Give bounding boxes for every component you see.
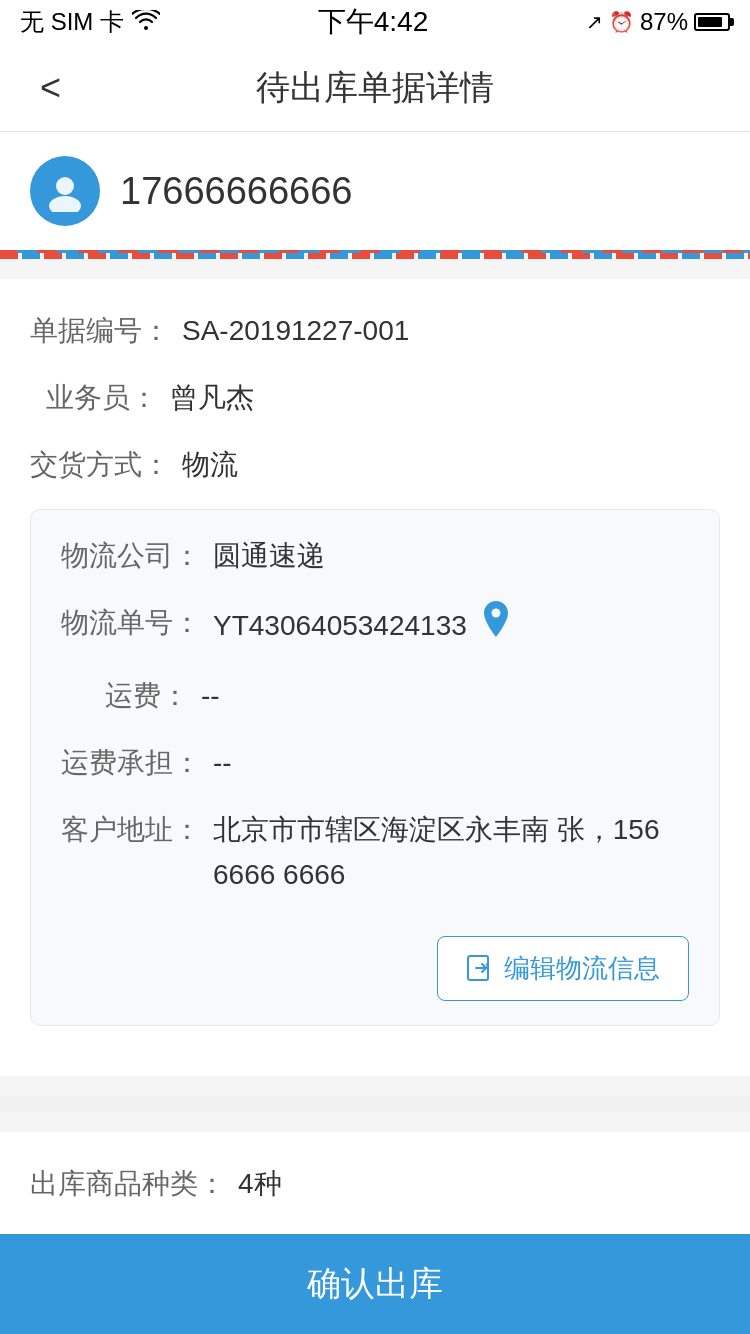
delivery-method-row: 交货方式： 物流 xyxy=(30,443,720,488)
time-display: 下午4:42 xyxy=(318,3,429,41)
logistics-company-label: 物流公司： xyxy=(61,534,213,579)
alarm-icon: ⏰ xyxy=(609,10,634,34)
dashed-divider xyxy=(0,253,750,259)
freight-bearer-row: 运费承担： -- xyxy=(61,741,689,786)
sales-person-value: 曾凡杰 xyxy=(170,376,720,421)
section-separator xyxy=(0,1096,750,1112)
product-type-label: 出库商品种类： xyxy=(30,1162,238,1207)
carrier-text: 无 SIM 卡 xyxy=(20,6,124,38)
logistics-card: 物流公司： 圆通速递 物流单号： YT43064053424133 运费： --… xyxy=(30,509,720,1025)
svg-point-0 xyxy=(56,177,74,195)
battery-percent: 87% xyxy=(640,8,688,36)
status-right: ↗ ⏰ 87% xyxy=(586,8,730,36)
order-no-label: 单据编号： xyxy=(30,309,182,354)
delivery-method-label: 交货方式： xyxy=(30,443,182,488)
tracking-number-label: 物流单号： xyxy=(61,601,213,646)
status-left: 无 SIM 卡 xyxy=(20,6,160,38)
svg-point-1 xyxy=(49,196,81,212)
page-title: 待出库单据详情 xyxy=(256,65,494,111)
order-no-row: 单据编号： SA-20191227-001 xyxy=(30,309,720,354)
freight-row: 运费： -- xyxy=(61,674,689,719)
back-button[interactable]: < xyxy=(30,57,71,119)
order-no-value: SA-20191227-001 xyxy=(182,309,720,354)
customer-header: 17666666666 xyxy=(0,132,750,253)
status-bar: 无 SIM 卡 下午4:42 ↗ ⏰ 87% xyxy=(0,0,750,44)
edit-btn-row: 编辑物流信息 xyxy=(61,920,689,1001)
delivery-method-value: 物流 xyxy=(182,443,720,488)
avatar xyxy=(30,156,100,226)
edit-btn-label: 编辑物流信息 xyxy=(504,951,660,986)
tracking-number-row: 物流单号： YT43064053424133 xyxy=(61,601,689,652)
product-type-row: 出库商品种类： 4种 xyxy=(30,1162,720,1207)
product-type-value: 4种 xyxy=(238,1162,720,1207)
sales-person-label: 业务员： xyxy=(30,376,170,421)
edit-icon xyxy=(466,954,494,982)
freight-label: 运费： xyxy=(61,674,201,719)
nav-bar: < 待出库单据详情 xyxy=(0,44,750,132)
customer-phone: 17666666666 xyxy=(120,170,352,213)
address-row: 客户地址： 北京市市辖区海淀区永丰南 张，156 6666 6666 xyxy=(61,808,689,898)
address-label: 客户地址： xyxy=(61,808,213,853)
logistics-company-value: 圆通速递 xyxy=(213,534,689,579)
location-status-icon: ↗ xyxy=(586,10,603,34)
tracking-number-text: YT43064053424133 xyxy=(213,604,467,649)
sales-person-row: 业务员： 曾凡杰 xyxy=(30,376,720,421)
order-basic-info-section: 单据编号： SA-20191227-001 业务员： 曾凡杰 交货方式： 物流 … xyxy=(0,279,750,1076)
freight-value: -- xyxy=(201,674,689,719)
address-value: 北京市市辖区海淀区永丰南 张，156 6666 6666 xyxy=(213,808,689,898)
battery-icon xyxy=(694,13,730,31)
freight-bearer-value: -- xyxy=(213,741,689,786)
confirm-bar[interactable]: 确认出库 xyxy=(0,1234,750,1334)
wifi-icon xyxy=(132,8,160,36)
freight-bearer-label: 运费承担： xyxy=(61,741,213,786)
tracking-number-value: YT43064053424133 xyxy=(213,601,689,652)
logistics-company-row: 物流公司： 圆通速递 xyxy=(61,534,689,579)
edit-logistics-button[interactable]: 编辑物流信息 xyxy=(437,936,689,1001)
map-pin-icon[interactable] xyxy=(481,601,511,652)
confirm-button-label: 确认出库 xyxy=(307,1261,443,1307)
